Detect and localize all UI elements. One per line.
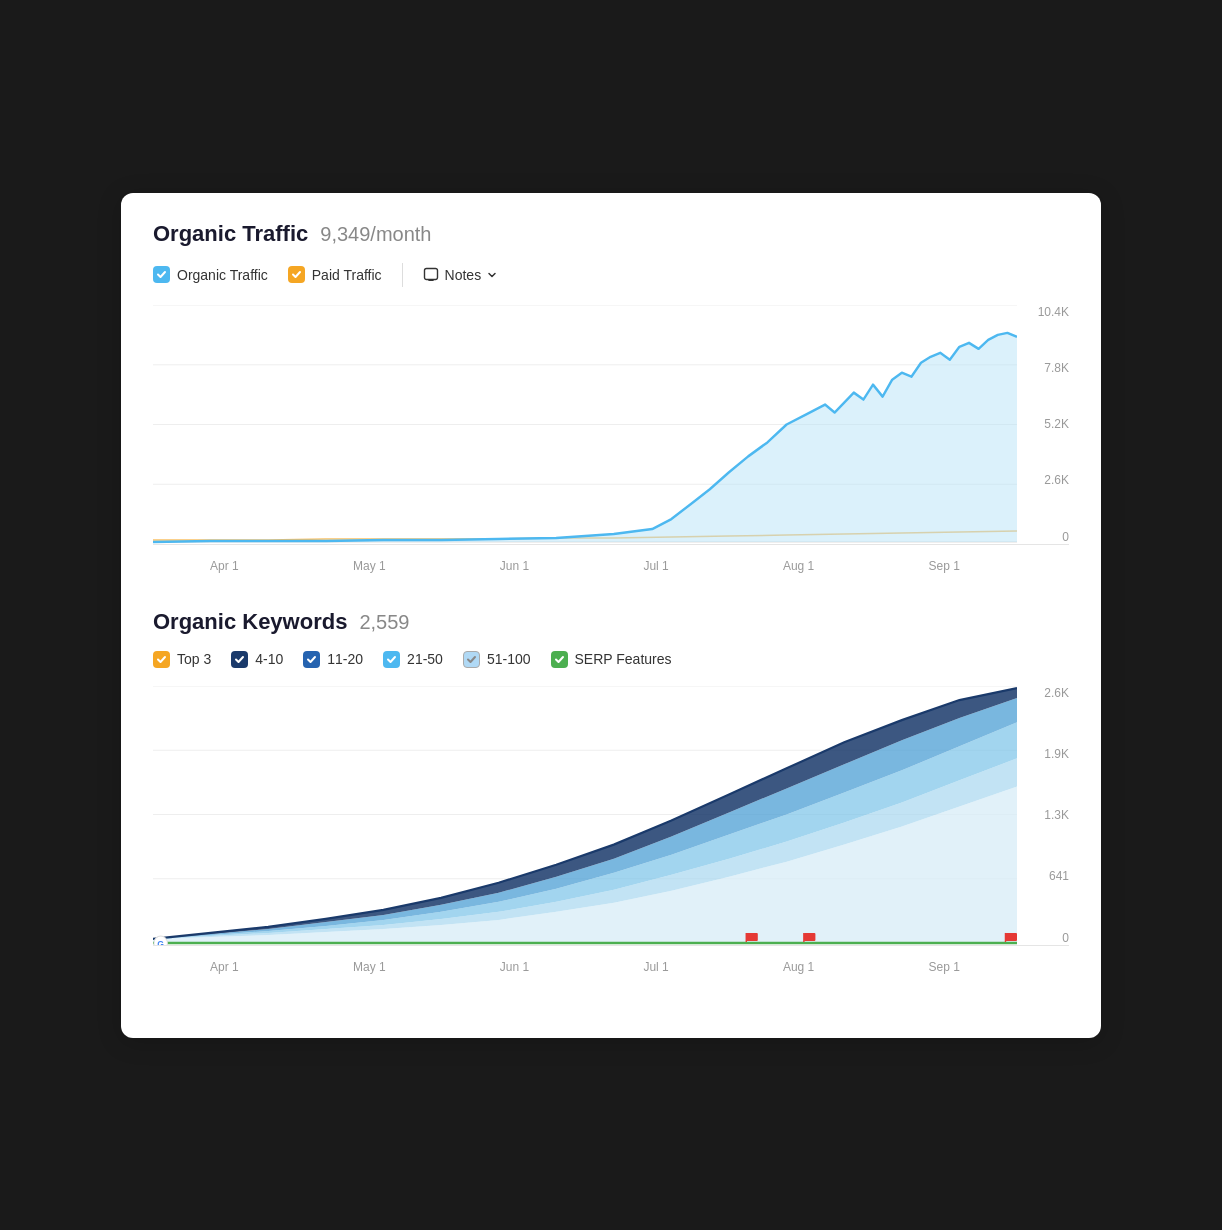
kw-x-label-apr: Apr 1 [210,960,239,974]
kw-y-label-1: 1.9K [1025,747,1069,761]
11-20-checkbox[interactable] [303,651,320,668]
y-label-1: 7.8K [1025,361,1069,375]
organic-traffic-title: Organic Traffic [153,221,308,247]
organic-keywords-section: Organic Keywords 2,559 Top 3 4-10 11- [153,609,1069,974]
legend-4-10[interactable]: 4-10 [231,651,283,668]
x-label-jun: Jun 1 [500,559,529,573]
organic-traffic-legend: Organic Traffic Paid Traffic Notes [153,263,1069,287]
top3-label: Top 3 [177,651,211,667]
4-10-label: 4-10 [255,651,283,667]
kw-x-label-may: May 1 [353,960,386,974]
keywords-svg: G [153,686,1017,945]
main-card: Organic Traffic 9,349/month Organic Traf… [121,193,1101,1038]
serp-checkbox[interactable] [551,651,568,668]
organic-traffic-value: 9,349/month [320,223,431,246]
organic-keywords-value: 2,559 [359,611,409,634]
organic-traffic-header: Organic Traffic 9,349/month [153,221,1069,247]
organic-traffic-legend-label: Organic Traffic [177,267,268,283]
serp-label: SERP Features [575,651,672,667]
x-label-apr: Apr 1 [210,559,239,573]
kw-y-label-3: 641 [1025,869,1069,883]
legend-organic-traffic[interactable]: Organic Traffic [153,266,268,283]
organic-keywords-legend: Top 3 4-10 11-20 21-50 [153,651,1069,668]
organic-traffic-chart: 10.4K 7.8K 5.2K 2.6K 0 [153,305,1069,573]
kw-y-label-2: 1.3K [1025,808,1069,822]
notes-button[interactable]: Notes [423,267,498,283]
organic-traffic-chart-area: 10.4K 7.8K 5.2K 2.6K 0 [153,305,1069,545]
legend-serp[interactable]: SERP Features [551,651,672,668]
kw-y-label-0: 2.6K [1025,686,1069,700]
paid-traffic-legend-label: Paid Traffic [312,267,382,283]
x-label-may: May 1 [353,559,386,573]
organic-keywords-header: Organic Keywords 2,559 [153,609,1069,635]
organic-keywords-chart: 2.6K 1.9K 1.3K 641 0 [153,686,1069,974]
keywords-y-axis: 2.6K 1.9K 1.3K 641 0 [1017,686,1069,945]
kw-x-label-sep: Sep 1 [928,960,959,974]
organic-traffic-checkbox[interactable] [153,266,170,283]
svg-rect-24 [1005,932,1017,940]
organic-traffic-section: Organic Traffic 9,349/month Organic Traf… [153,221,1069,573]
legend-21-50[interactable]: 21-50 [383,651,443,668]
kw-y-label-4: 0 [1025,931,1069,945]
y-label-0: 10.4K [1025,305,1069,319]
notes-icon [423,267,439,283]
organic-keywords-title: Organic Keywords [153,609,347,635]
organic-traffic-y-axis: 10.4K 7.8K 5.2K 2.6K 0 [1017,305,1069,544]
organic-traffic-x-axis: Apr 1 May 1 Jun 1 Jul 1 Aug 1 Sep 1 [153,553,1069,573]
legend-divider [402,263,403,287]
paid-traffic-checkbox[interactable] [288,266,305,283]
svg-text:G: G [157,938,164,944]
21-50-checkbox[interactable] [383,651,400,668]
y-label-4: 0 [1025,530,1069,544]
top3-checkbox[interactable] [153,651,170,668]
11-20-label: 11-20 [327,651,363,667]
51-100-label: 51-100 [487,651,531,667]
svg-rect-22 [804,932,816,940]
x-label-jul: Jul 1 [643,559,668,573]
x-label-aug: Aug 1 [783,559,814,573]
keywords-x-axis: Apr 1 May 1 Jun 1 Jul 1 Aug 1 Sep 1 [153,954,1069,974]
kw-x-label-jul: Jul 1 [643,960,668,974]
svg-marker-6 [153,332,1017,541]
legend-top3[interactable]: Top 3 [153,651,211,668]
4-10-checkbox[interactable] [231,651,248,668]
legend-11-20[interactable]: 11-20 [303,651,363,668]
chevron-down-icon [487,270,497,280]
kw-x-label-jun: Jun 1 [500,960,529,974]
legend-51-100[interactable]: 51-100 [463,651,531,668]
y-label-3: 2.6K [1025,473,1069,487]
51-100-checkbox[interactable] [463,651,480,668]
21-50-label: 21-50 [407,651,443,667]
notes-label: Notes [445,267,482,283]
svg-rect-20 [746,932,758,940]
y-label-2: 5.2K [1025,417,1069,431]
organic-keywords-chart-area: 2.6K 1.9K 1.3K 641 0 [153,686,1069,946]
kw-x-label-aug: Aug 1 [783,960,814,974]
svg-rect-0 [424,268,437,279]
legend-paid-traffic[interactable]: Paid Traffic [288,266,382,283]
traffic-svg [153,305,1017,544]
x-label-sep: Sep 1 [928,559,959,573]
